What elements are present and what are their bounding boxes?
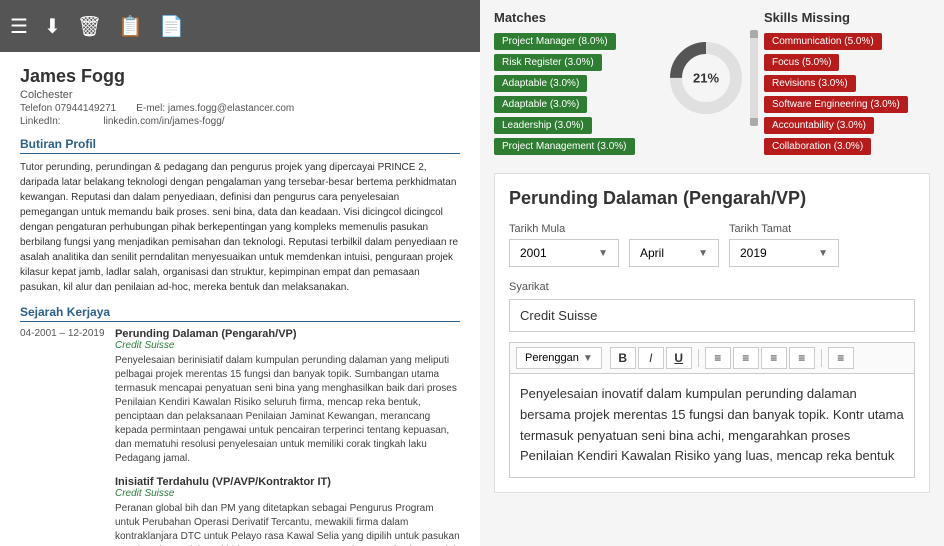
- date-row: Tarikh Mula 2001 ▼ April ▼ Tarikh Tamat: [509, 223, 915, 267]
- skills-tags: Communication (5.0%) Focus (5.0%) Revision…: [764, 33, 930, 159]
- format-dropdown[interactable]: Perenggan ▼: [516, 347, 602, 369]
- skills-missing-section: Skills Missing Communication (5.0%) Focus…: [764, 10, 930, 159]
- italic-button[interactable]: I: [638, 347, 664, 369]
- year-start-value: 2001: [520, 246, 547, 260]
- editor-text: Penyelesaian inovatif dalam kumpulan per…: [520, 386, 904, 463]
- job-detail-title: Perunding Dalaman (Pengarah/VP): [509, 188, 915, 209]
- donut-chart: 21%: [666, 38, 746, 118]
- job-dates-1: 04-2001 – 12-2019: [20, 328, 110, 339]
- match-tag[interactable]: Risk Register (3.0%): [494, 54, 602, 71]
- profile-section-title: Butiran Profil: [20, 137, 460, 154]
- job-desc-2: Peranan global bih dan PM yang ditetapka…: [115, 502, 460, 546]
- job-right-1: Perunding Dalaman (Pengarah/VP) Credit S…: [115, 328, 460, 466]
- year-end-chevron: ▼: [818, 248, 828, 259]
- skill-tag[interactable]: Revisions (3.0%): [764, 75, 856, 92]
- month-spacer: [629, 223, 719, 235]
- tarikh-tamat-group: Tarikh Tamat 2019 ▼: [729, 223, 839, 267]
- donut-area: 21%: [660, 10, 764, 126]
- job-company-2: Credit Suisse: [115, 488, 460, 499]
- toolbar: ☰ ⬇ 🗑 📋 📄: [0, 0, 480, 52]
- job-entry-2: Inisiatif Terdahulu (VP/AVP/Kontraktor I…: [20, 476, 460, 546]
- skill-tag[interactable]: Communication (5.0%): [764, 33, 882, 50]
- match-tag[interactable]: Leadership (3.0%): [494, 117, 592, 134]
- skill-tag[interactable]: Accountability (3.0%): [764, 117, 874, 134]
- bold-button[interactable]: B: [610, 347, 636, 369]
- tarikh-tamat-label: Tarikh Tamat: [729, 223, 839, 235]
- cv-email: E-mel: james.fogg@elastancer.com: [136, 103, 294, 114]
- align-justify-button[interactable]: ≡: [789, 347, 815, 369]
- matches-tags: Project Manager (8.0%) Risk Register (3.0…: [494, 33, 660, 159]
- skill-tag[interactable]: Collaboration (3.0%): [764, 138, 871, 155]
- skill-tag[interactable]: Focus (5.0%): [764, 54, 839, 71]
- match-tag[interactable]: Adaptable (3.0%): [494, 75, 587, 92]
- cv-name: James Fogg: [20, 66, 460, 87]
- menu-icon[interactable]: ☰: [10, 14, 28, 39]
- editor-toolbar: Perenggan ▼ B I U ≡ ≡ ≡ ≡ ≡: [509, 342, 915, 373]
- year-end-select[interactable]: 2019 ▼: [729, 239, 839, 267]
- skill-tag[interactable]: Software Engineering (3.0%): [764, 96, 908, 113]
- month-start-group: April ▼: [629, 223, 719, 267]
- match-tag[interactable]: Project Manager (8.0%): [494, 33, 616, 50]
- donut-percent-label: 21%: [693, 71, 719, 86]
- editor-content[interactable]: Penyelesaian inovatif dalam kumpulan per…: [509, 373, 915, 478]
- format-dropdown-chevron: ▼: [583, 353, 593, 364]
- cv-profile-text: Tutor perunding, perundingan & pedagang …: [20, 160, 460, 295]
- job-detail-section: Perunding Dalaman (Pengarah/VP) Tarikh M…: [494, 173, 930, 493]
- year-start-select[interactable]: 2001 ▼: [509, 239, 619, 267]
- cv-linkedin: LinkedIn: linkedin.com/in/james-fogg/: [20, 116, 460, 127]
- job-entry-1: 04-2001 – 12-2019 Perunding Dalaman (Pen…: [20, 328, 460, 466]
- format-dropdown-label: Perenggan: [525, 352, 579, 364]
- scrollbar[interactable]: [750, 30, 758, 126]
- tarikh-mula-group: Tarikh Mula 2001 ▼: [509, 223, 619, 267]
- job-right-2: Inisiatif Terdahulu (VP/AVP/Kontraktor I…: [115, 476, 460, 546]
- right-panel: Matches Project Manager (8.0%) Risk Regis…: [480, 0, 944, 546]
- month-start-chevron: ▼: [698, 248, 708, 259]
- match-tag[interactable]: Project Management (3.0%): [494, 138, 635, 155]
- cv-content: James Fogg Colchester Telefon 0794414927…: [0, 52, 480, 546]
- align-center-button[interactable]: ≡: [733, 347, 759, 369]
- add-document-icon[interactable]: 📄: [159, 14, 184, 39]
- month-start-value: April: [640, 246, 664, 260]
- job-desc-1: Penyelesaian berinisiatif dalam kumpulan…: [115, 354, 460, 466]
- toolbar-separator-1: [698, 349, 699, 367]
- cv-location: Colchester: [20, 89, 460, 101]
- year-end-value: 2019: [740, 246, 767, 260]
- year-start-chevron: ▼: [598, 248, 608, 259]
- underline-button[interactable]: U: [666, 347, 692, 369]
- skills-missing-title: Skills Missing: [764, 10, 930, 25]
- cv-contact: Telefon 07944149271 E-mel: james.fogg@el…: [20, 103, 460, 114]
- job-title-1: Perunding Dalaman (Pengarah/VP): [115, 328, 460, 340]
- toolbar-separator-2: [821, 349, 822, 367]
- job-company-1: Credit Suisse: [115, 340, 460, 351]
- matches-section: Matches Project Manager (8.0%) Risk Regis…: [494, 10, 660, 159]
- cv-phone: Telefon 07944149271: [20, 103, 116, 114]
- experience-section-title: Sejarah Kerjaya: [20, 305, 460, 322]
- download-icon[interactable]: ⬇: [44, 14, 61, 39]
- job-title-2: Inisiatif Terdahulu (VP/AVP/Kontraktor I…: [115, 476, 460, 488]
- align-right-button[interactable]: ≡: [761, 347, 787, 369]
- align-left-button[interactable]: ≡: [705, 347, 731, 369]
- match-tag[interactable]: Adaptable (3.0%): [494, 96, 587, 113]
- syarikat-label: Syarikat: [509, 281, 915, 293]
- month-start-select[interactable]: April ▼: [629, 239, 719, 267]
- syarikat-input[interactable]: [509, 299, 915, 332]
- tarikh-mula-label: Tarikh Mula: [509, 223, 619, 235]
- list-button[interactable]: ≡: [828, 347, 854, 369]
- copy-icon[interactable]: 📋: [118, 14, 143, 39]
- delete-icon[interactable]: 🗑: [77, 14, 102, 39]
- matches-title: Matches: [494, 10, 660, 25]
